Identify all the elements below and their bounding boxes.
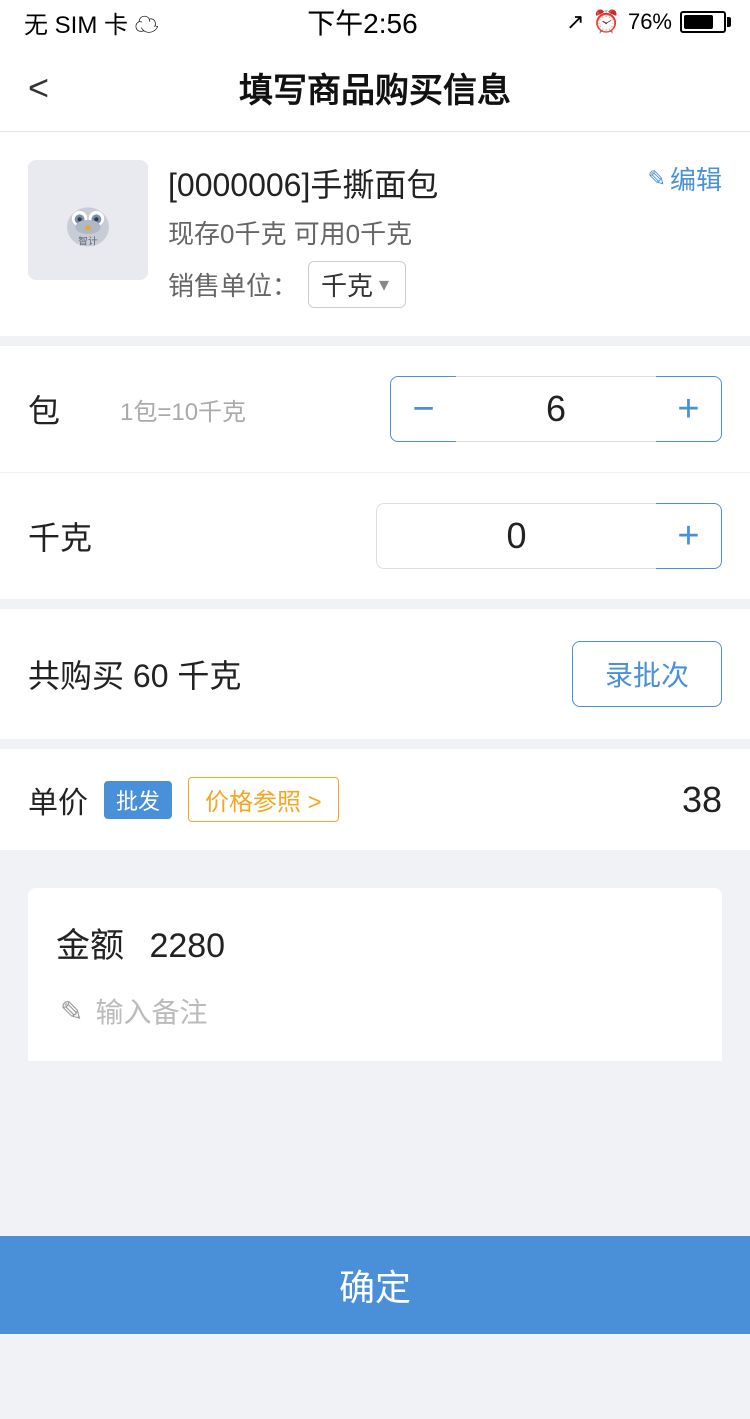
price-row: 单价 批发 价格参照 > 38 xyxy=(28,777,722,822)
svg-text:智计: 智计 xyxy=(78,235,98,248)
amount-section: 金额 2280 ✎ 输入备注 xyxy=(0,860,750,1061)
summary-section: 共购买 60 千克 录批次 xyxy=(0,609,750,749)
price-left: 单价 批发 价格参照 > xyxy=(28,777,339,822)
product-name: [0000006]手撕面包 xyxy=(168,160,722,206)
price-label: 单价 xyxy=(28,778,88,822)
amount-label: 金额 xyxy=(56,927,124,965)
product-card: 智计 [0000006]手撕面包 现存0千克 可用0千克 销售单位： 千克 ▾ … xyxy=(0,132,750,346)
status-left: 无 SIM 卡 ☁ xyxy=(24,5,159,40)
confirm-button[interactable]: 确定 xyxy=(0,1236,750,1334)
product-stock: 现存0千克 可用0千克 xyxy=(168,214,722,251)
kg-plus-button[interactable]: + xyxy=(656,503,722,569)
pack-controls: − + xyxy=(246,376,722,442)
dropdown-icon: ▾ xyxy=(379,272,389,297)
product-info: [0000006]手撕面包 现存0千克 可用0千克 销售单位： 千克 ▾ xyxy=(168,160,722,308)
product-unit-row: 销售单位： 千克 ▾ xyxy=(168,261,722,308)
pack-row: 包 1包=10千克 − + xyxy=(0,346,750,473)
pack-sublabel: 1包=10千克 xyxy=(120,392,246,427)
edit-label: 编辑 xyxy=(670,160,722,197)
price-ref-button[interactable]: 价格参照 > xyxy=(188,777,339,822)
amount-value: 2280 xyxy=(149,927,225,965)
price-section: 单价 批发 价格参照 > 38 xyxy=(0,749,750,860)
unit-value: 千克 xyxy=(321,266,373,303)
kg-quantity-input[interactable] xyxy=(376,503,656,569)
amount-row: 金额 2280 ✎ 输入备注 xyxy=(28,888,722,1061)
main-content: 无 SIM 卡 ☁ 下午2:56 ↗ ⏰ 76% < 填写商品购买信息 xyxy=(0,0,750,1419)
kg-label: 千克 xyxy=(28,513,108,559)
edit-icon: ✎ xyxy=(648,166,666,192)
pack-minus-button[interactable]: − xyxy=(390,376,456,442)
unit-selector[interactable]: 千克 ▾ xyxy=(308,261,406,308)
kg-controls: + xyxy=(108,503,722,569)
nav-bar: < 填写商品购买信息 xyxy=(0,44,750,132)
product-logo: 智计 xyxy=(53,185,123,255)
page-title: 填写商品购买信息 xyxy=(239,63,511,112)
unit-label: 销售单位： xyxy=(168,266,298,303)
edit-button[interactable]: ✎ 编辑 xyxy=(648,160,722,197)
summary-text: 共购买 60 千克 xyxy=(28,651,241,697)
status-time: 下午2:56 xyxy=(307,2,418,42)
battery-percent: 76% xyxy=(628,9,672,35)
location-icon: ↗ xyxy=(566,9,584,35)
status-right: ↗ ⏰ 76% xyxy=(566,9,726,35)
note-icon: ✎ xyxy=(60,995,83,1028)
record-batch-button[interactable]: 录批次 xyxy=(572,641,722,707)
alarm-icon: ⏰ xyxy=(593,9,620,35)
amount-text: 金额 2280 xyxy=(56,918,694,967)
kg-row: 千克 + xyxy=(0,473,750,599)
pack-quantity-input[interactable] xyxy=(456,376,656,442)
pifa-badge: 批发 xyxy=(104,781,172,819)
sim-status: 无 SIM 卡 ☁ xyxy=(24,5,159,40)
note-row[interactable]: ✎ 输入备注 xyxy=(56,983,694,1031)
price-value: 38 xyxy=(682,779,722,821)
product-image: 智计 xyxy=(28,160,148,280)
status-bar: 无 SIM 卡 ☁ 下午2:56 ↗ ⏰ 76% xyxy=(0,0,750,44)
battery-icon xyxy=(680,11,726,33)
pack-section: 包 1包=10千克 − + 千克 + xyxy=(0,346,750,609)
pack-label: 包 xyxy=(28,386,108,432)
pack-plus-button[interactable]: + xyxy=(656,376,722,442)
note-placeholder: 输入备注 xyxy=(95,991,207,1031)
back-button[interactable]: < xyxy=(28,67,49,109)
